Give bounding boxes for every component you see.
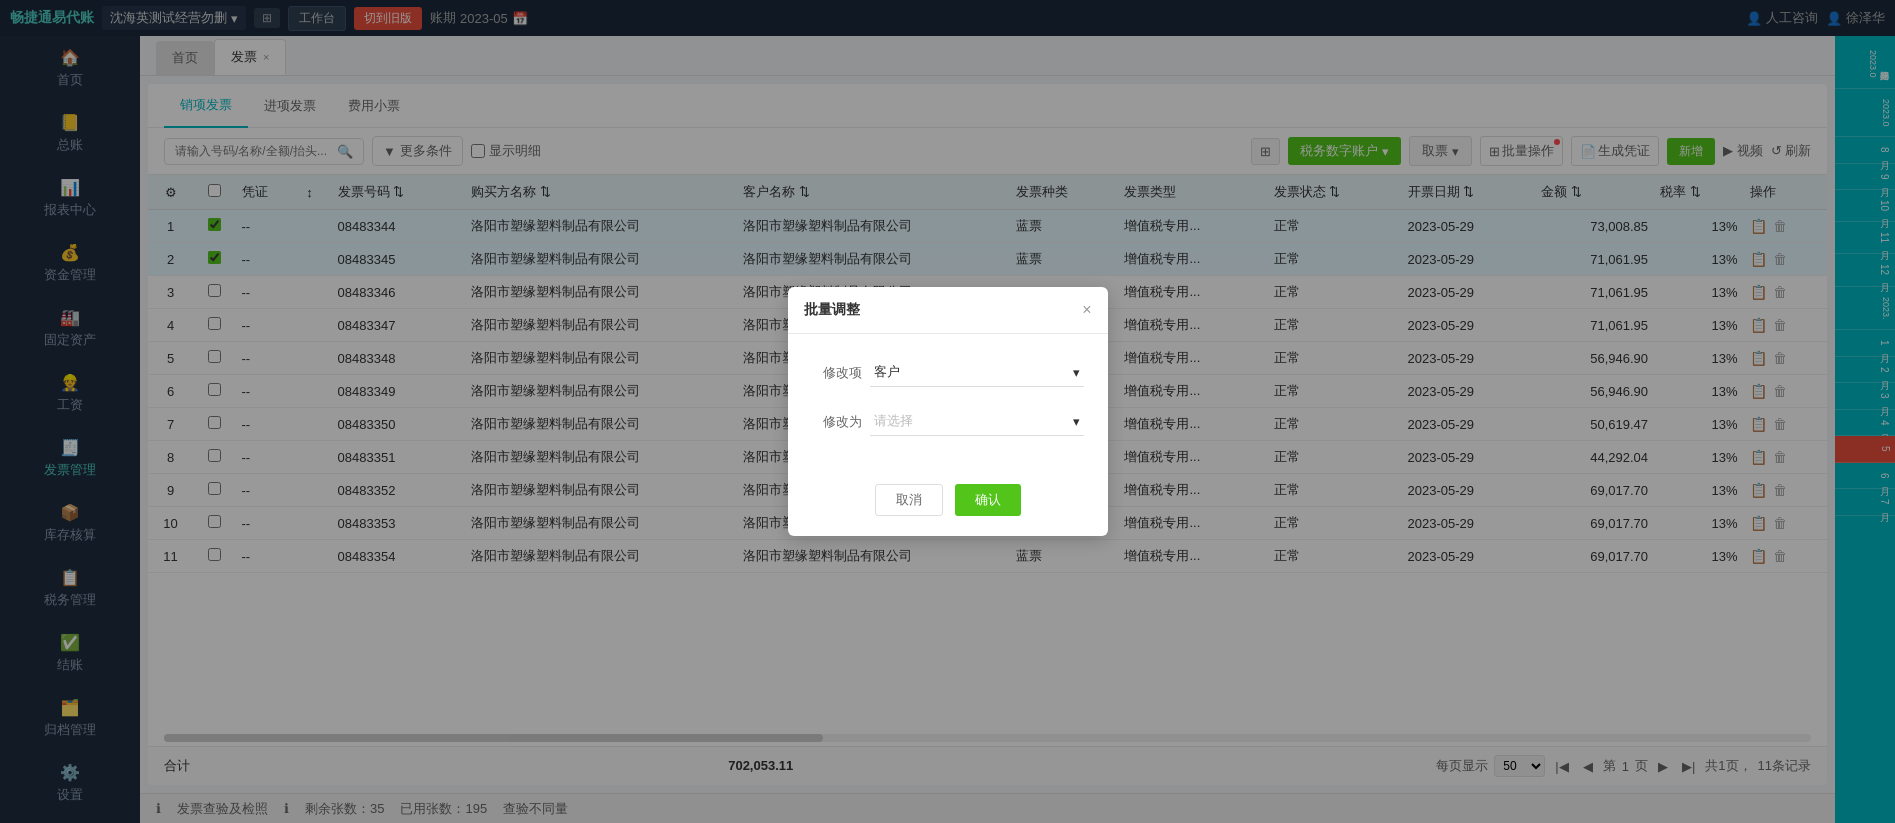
batch-adjust-modal: 批量调整 × 修改项 客户 ▾ 修改为 请选择 ▾ 取消 确认 [788,287,1108,536]
field-value: 客户 [874,363,900,381]
field-select[interactable]: 客户 ▾ [870,358,1084,387]
modal-title: 批量调整 [804,301,860,319]
form-row-change: 修改为 请选择 ▾ [812,407,1084,436]
modal-footer: 取消 确认 [788,472,1108,536]
field-label: 修改项 [812,364,862,382]
form-row-field: 修改项 客户 ▾ [812,358,1084,387]
modal-body: 修改项 客户 ▾ 修改为 请选择 ▾ [788,334,1108,472]
modal-overlay: 批量调整 × 修改项 客户 ▾ 修改为 请选择 ▾ 取消 确认 [0,0,1895,823]
cancel-btn[interactable]: 取消 [875,484,943,516]
change-dropdown-icon: ▾ [1073,414,1080,429]
confirm-btn[interactable]: 确认 [955,484,1021,516]
modal-header: 批量调整 × [788,287,1108,334]
field-dropdown-icon: ▾ [1073,365,1080,380]
change-placeholder: 请选择 [874,412,913,430]
change-select[interactable]: 请选择 ▾ [870,407,1084,436]
modal-close-btn[interactable]: × [1082,301,1091,319]
change-label: 修改为 [812,413,862,431]
